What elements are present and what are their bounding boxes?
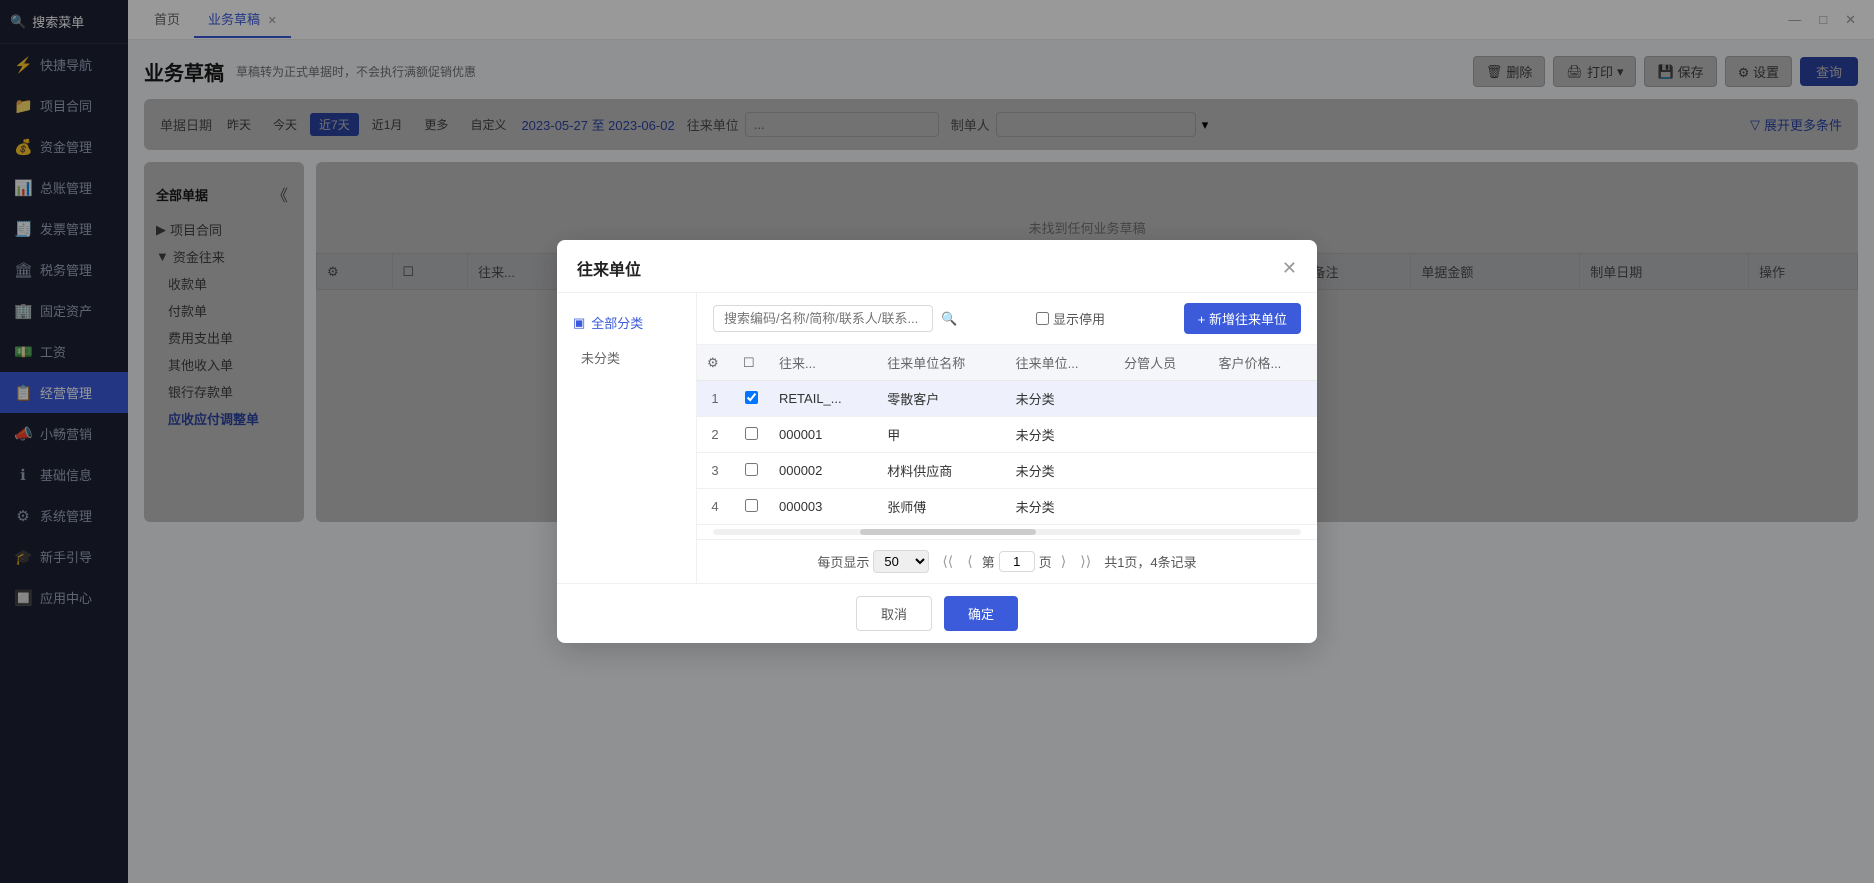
dialog-th-price: 客户价格... <box>1208 345 1317 381</box>
pagination: 每页显示 50 100 200 ⟨⟨ ⟨ 第 页 <box>697 540 1317 583</box>
page-input[interactable] <box>999 551 1035 572</box>
dialog-sidebar-all-label: 全部分类 <box>591 313 643 332</box>
dialog-table-row[interactable]: 1 RETAIL_... 零散客户 未分类 <box>697 381 1317 417</box>
dialog-sidebar-uncat[interactable]: 未分类 <box>557 340 696 375</box>
dialog-toolbar: 🔍 显示停用 + 新增往来单位 <box>697 293 1317 345</box>
row-category: 未分类 <box>1006 489 1115 525</box>
modal-overlay: 往来单位 ✕ ▣ 全部分类 未分类 <box>128 0 1874 883</box>
page-nav: ⟨⟨ ⟨ 第 页 ⟩ ⟩⟩ <box>937 551 1096 572</box>
row-name: 零散客户 <box>877 381 1005 417</box>
new-unit-label: + 新增往来单位 <box>1198 309 1287 328</box>
row-num: 1 <box>697 381 733 417</box>
scrollbar-thumb[interactable] <box>860 529 1036 535</box>
row-num: 2 <box>697 417 733 453</box>
prev-page-btn[interactable]: ⟨ <box>962 551 977 572</box>
search-icon: 🔍 <box>941 311 957 327</box>
row-manager <box>1114 381 1208 417</box>
dialog-close-button[interactable]: ✕ <box>1282 258 1297 279</box>
row-code: 000001 <box>769 417 877 453</box>
total-label: 共1页，4条记录 <box>1104 552 1196 571</box>
scrollbar-track[interactable] <box>713 529 1301 535</box>
row-price <box>1208 453 1317 489</box>
dialog-th-manager: 分管人员 <box>1114 345 1208 381</box>
new-unit-button[interactable]: + 新增往来单位 <box>1184 303 1301 334</box>
dialog-table-row[interactable]: 3 000002 材料供应商 未分类 <box>697 453 1317 489</box>
show-disabled-text: 显示停用 <box>1053 309 1105 328</box>
show-disabled-checkbox[interactable] <box>1036 312 1049 325</box>
row-checkbox[interactable] <box>733 417 769 453</box>
per-page-select[interactable]: 50 100 200 <box>873 550 929 573</box>
dialog-th-code: 往来... <box>769 345 877 381</box>
per-page-label: 每页显示 <box>817 552 869 571</box>
cancel-button[interactable]: 取消 <box>856 596 932 631</box>
dialog-table-wrapper: ⚙ ☐ 往来... 往来单位名称 往来单位... 分管人员 客户价格... <box>697 345 1317 525</box>
scrollbar-row <box>697 525 1317 540</box>
row-num: 3 <box>697 453 733 489</box>
page-label: 第 <box>982 552 995 571</box>
dialog-search-input[interactable] <box>713 305 933 332</box>
dialog-sidebar: ▣ 全部分类 未分类 <box>557 293 697 583</box>
row-manager <box>1114 453 1208 489</box>
confirm-button[interactable]: 确定 <box>944 596 1018 631</box>
row-code: RETAIL_... <box>769 381 877 417</box>
dialog-body: ▣ 全部分类 未分类 🔍 <box>557 293 1317 583</box>
last-page-btn[interactable]: ⟩⟩ <box>1075 551 1096 572</box>
row-category: 未分类 <box>1006 381 1115 417</box>
first-page-btn[interactable]: ⟨⟨ <box>937 551 958 572</box>
dialog-th-check[interactable]: ☐ <box>733 345 769 381</box>
grid-icon: ▣ <box>573 315 585 331</box>
row-category: 未分类 <box>1006 453 1115 489</box>
row-manager <box>1114 417 1208 453</box>
dialog-main: 🔍 显示停用 + 新增往来单位 <box>697 293 1317 583</box>
row-manager <box>1114 489 1208 525</box>
dialog-th-category: 往来单位... <box>1006 345 1115 381</box>
dialog-th-name: 往来单位名称 <box>877 345 1005 381</box>
main-area: 首页 业务草稿 ✕ — □ ✕ 业务草稿 草稿转为正式单据时，不会执行满额促销优… <box>128 0 1874 883</box>
row-code: 000003 <box>769 489 877 525</box>
dialog: 往来单位 ✕ ▣ 全部分类 未分类 <box>557 240 1317 643</box>
dialog-table: ⚙ ☐ 往来... 往来单位名称 往来单位... 分管人员 客户价格... <box>697 345 1317 525</box>
show-disabled-label[interactable]: 显示停用 <box>1036 309 1105 328</box>
dialog-table-row[interactable]: 2 000001 甲 未分类 <box>697 417 1317 453</box>
row-name: 张师傅 <box>877 489 1005 525</box>
row-code: 000002 <box>769 453 877 489</box>
dialog-header: 往来单位 ✕ <box>557 240 1317 293</box>
dialog-th-settings[interactable]: ⚙ <box>697 345 733 381</box>
row-price <box>1208 417 1317 453</box>
dialog-title: 往来单位 <box>577 256 641 280</box>
dialog-table-row[interactable]: 4 000003 张师傅 未分类 <box>697 489 1317 525</box>
next-page-btn[interactable]: ⟩ <box>1056 551 1071 572</box>
row-checkbox[interactable] <box>733 381 769 417</box>
dialog-sidebar-uncat-label: 未分类 <box>581 348 620 367</box>
row-checkbox[interactable] <box>733 489 769 525</box>
row-category: 未分类 <box>1006 417 1115 453</box>
row-price <box>1208 489 1317 525</box>
per-page-selector: 每页显示 50 100 200 <box>817 550 929 573</box>
row-name: 材料供应商 <box>877 453 1005 489</box>
dialog-search: 🔍 <box>713 305 957 332</box>
page-suffix: 页 <box>1039 552 1052 571</box>
dialog-footer: 取消 确定 <box>557 583 1317 643</box>
row-price <box>1208 381 1317 417</box>
row-num: 4 <box>697 489 733 525</box>
row-name: 甲 <box>877 417 1005 453</box>
dialog-sidebar-all[interactable]: ▣ 全部分类 <box>557 305 696 340</box>
row-checkbox[interactable] <box>733 453 769 489</box>
